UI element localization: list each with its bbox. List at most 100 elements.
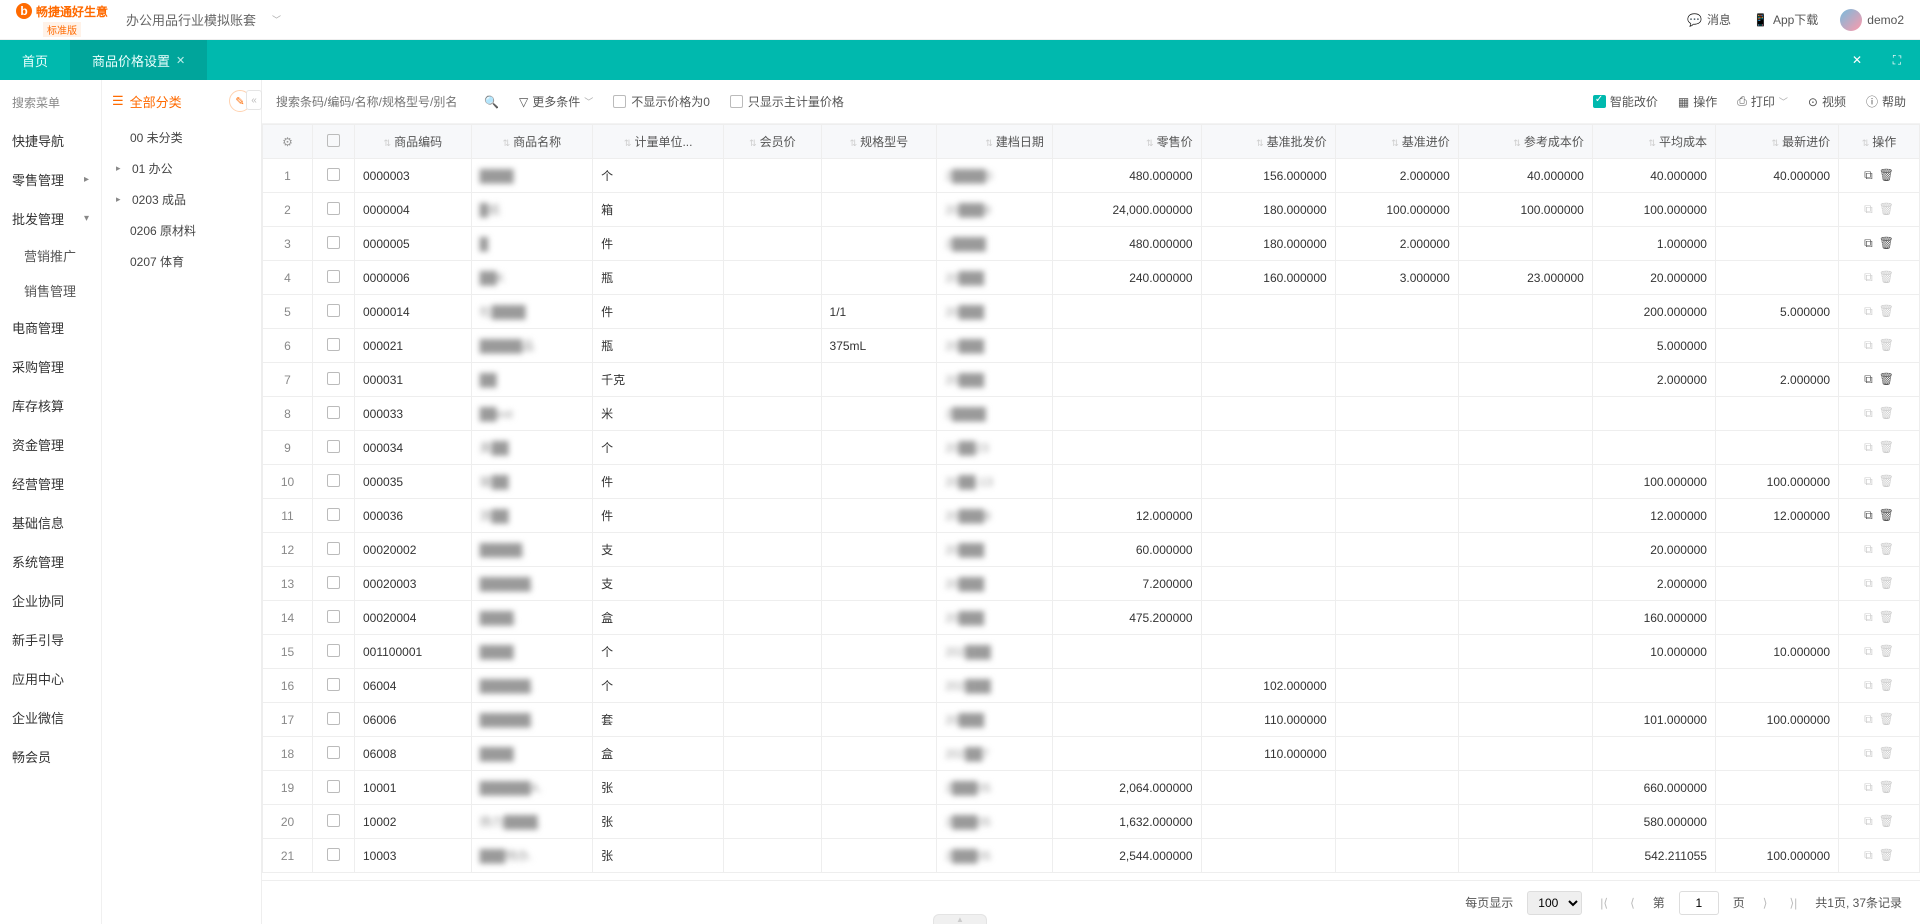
row-copy-icon[interactable]: ⧉ bbox=[1864, 678, 1873, 692]
row-delete-icon[interactable]: 🗑 bbox=[1879, 746, 1894, 760]
column-header[interactable]: ⇅零售价 bbox=[1052, 125, 1201, 159]
user-menu[interactable]: demo2 bbox=[1840, 9, 1904, 31]
nav-collab[interactable]: 企业协同 bbox=[0, 581, 101, 620]
row-copy-icon[interactable]: ⧉ bbox=[1864, 304, 1873, 318]
row-delete-icon[interactable]: 🗑 bbox=[1879, 678, 1894, 692]
tab-home[interactable]: 首页 bbox=[0, 40, 70, 80]
page-size-select[interactable]: 100 bbox=[1527, 891, 1582, 915]
row-copy-icon[interactable]: ⧉ bbox=[1864, 270, 1873, 284]
table-row[interactable]: 1400020004████.盒20███475.200000160.00000… bbox=[263, 601, 1920, 635]
app-download-button[interactable]: 📱App下载 bbox=[1753, 11, 1818, 28]
row-copy-icon[interactable]: ⧉ bbox=[1864, 474, 1873, 488]
row-delete-icon[interactable]: 🗑 bbox=[1879, 270, 1894, 284]
page-input[interactable] bbox=[1679, 891, 1719, 915]
row-checkbox[interactable] bbox=[327, 474, 340, 487]
table-row[interactable]: 1606004██████.个202███102.000000⧉🗑 bbox=[263, 669, 1920, 703]
main-unit-checkbox[interactable]: 只显示主计量价格 bbox=[730, 93, 844, 110]
row-checkbox[interactable] bbox=[327, 678, 340, 691]
search-input[interactable] bbox=[276, 95, 476, 109]
column-header[interactable]: ⇅建档日期 bbox=[937, 125, 1053, 159]
prev-page-button[interactable]: ⟨ bbox=[1626, 896, 1639, 910]
row-copy-icon[interactable]: ⧉ bbox=[1864, 440, 1873, 454]
sort-icon[interactable]: ⇅ bbox=[624, 138, 632, 148]
row-copy-icon[interactable]: ⧉ bbox=[1864, 372, 1873, 386]
row-copy-icon[interactable]: ⧉ bbox=[1864, 814, 1873, 828]
smart-price-button[interactable]: 智能改价 bbox=[1593, 93, 1658, 110]
table-row[interactable]: 10000035玻██件20██-13100.000000100.000000⧉… bbox=[263, 465, 1920, 499]
row-delete-icon[interactable]: 🗑 bbox=[1879, 712, 1894, 726]
table-row[interactable]: 6000021█████品瓶375mL20███5.000000⧉🗑 bbox=[263, 329, 1920, 363]
tree-node[interactable]: 01 办公 bbox=[102, 153, 261, 184]
table-row[interactable]: 1300020003██████.支20███7.2000002.000000⧉… bbox=[263, 567, 1920, 601]
close-tab-icon[interactable]: ✕ bbox=[176, 54, 185, 67]
row-checkbox[interactable] bbox=[327, 848, 340, 861]
row-delete-icon[interactable]: 🗑 bbox=[1879, 236, 1894, 250]
search-icon[interactable]: 🔍 bbox=[484, 95, 499, 109]
nav-quick[interactable]: 快捷导航 bbox=[0, 121, 101, 160]
row-delete-icon[interactable]: 🗑 bbox=[1879, 372, 1894, 386]
row-checkbox[interactable] bbox=[327, 576, 340, 589]
row-checkbox[interactable] bbox=[327, 202, 340, 215]
row-copy-icon[interactable]: ⧉ bbox=[1864, 576, 1873, 590]
column-header[interactable]: ⇅最新进价 bbox=[1715, 125, 1838, 159]
sort-icon[interactable]: ⇅ bbox=[985, 138, 993, 148]
tree-node[interactable]: 0206 原材料 bbox=[102, 215, 261, 246]
collapse-tree-button[interactable]: « bbox=[246, 90, 262, 110]
table-row[interactable]: 20000004█纸箱20███824,000.000000180.000000… bbox=[263, 193, 1920, 227]
sort-icon[interactable]: ⇅ bbox=[1513, 138, 1521, 148]
table-row[interactable]: 15001100001████个202███10.00000010.000000… bbox=[263, 635, 1920, 669]
tree-node[interactable]: 00 未分类 bbox=[102, 122, 261, 153]
row-checkbox[interactable] bbox=[327, 270, 340, 283]
row-copy-icon[interactable]: ⧉ bbox=[1864, 202, 1873, 216]
last-page-button[interactable]: ⟩| bbox=[1785, 896, 1801, 910]
table-row[interactable]: 1200020002█████.支20███60.00000020.000000… bbox=[263, 533, 1920, 567]
sort-icon[interactable]: ⇅ bbox=[503, 138, 511, 148]
sort-icon[interactable]: ⇅ bbox=[850, 138, 858, 148]
fullscreen-button[interactable]: ⛶ bbox=[1884, 47, 1910, 73]
row-copy-icon[interactable]: ⧉ bbox=[1864, 746, 1873, 760]
table-scroll[interactable]: ⚙⇅商品编码⇅商品名称⇅计量单位...⇅会员价⇅规格型号⇅建档日期⇅零售价⇅基准… bbox=[262, 124, 1920, 880]
table-row[interactable]: 9000034奥██个20██23⧉🗑 bbox=[263, 431, 1920, 465]
column-header[interactable]: ⇅参考成本价 bbox=[1458, 125, 1592, 159]
next-page-button[interactable]: ⟩ bbox=[1759, 896, 1772, 910]
row-copy-icon[interactable]: ⧉ bbox=[1864, 780, 1873, 794]
row-checkbox[interactable] bbox=[327, 814, 340, 827]
row-delete-icon[interactable]: 🗑 bbox=[1879, 610, 1894, 624]
first-page-button[interactable]: |⟨ bbox=[1596, 896, 1612, 910]
sort-icon[interactable]: ⇅ bbox=[1391, 138, 1399, 148]
row-copy-icon[interactable]: ⧉ bbox=[1864, 236, 1873, 250]
row-delete-icon[interactable]: 🗑 bbox=[1879, 780, 1894, 794]
hide-zero-checkbox[interactable]: 不显示价格为0 bbox=[613, 93, 710, 110]
sort-icon[interactable]: ⇅ bbox=[749, 138, 757, 148]
table-row[interactable]: 40000006██K瓶20███240.000000160.0000003.0… bbox=[263, 261, 1920, 295]
table-ops-button[interactable]: ▦操作 bbox=[1678, 93, 1717, 110]
row-copy-icon[interactable]: ⧉ bbox=[1864, 644, 1873, 658]
sort-icon[interactable]: ⇅ bbox=[1648, 138, 1656, 148]
row-delete-icon[interactable]: 🗑 bbox=[1879, 338, 1894, 352]
settings-icon[interactable]: ⚙ bbox=[282, 135, 293, 149]
row-delete-icon[interactable]: 🗑 bbox=[1879, 814, 1894, 828]
row-delete-icon[interactable]: 🗑 bbox=[1879, 168, 1894, 182]
sort-icon[interactable]: ⇅ bbox=[1256, 138, 1264, 148]
row-copy-icon[interactable]: ⧉ bbox=[1864, 848, 1873, 862]
more-filters-button[interactable]: ▽更多条件﹀ bbox=[519, 93, 593, 110]
nav-retail[interactable]: 零售管理 bbox=[0, 160, 101, 199]
table-row[interactable]: 10000003████个2████0480.000000156.0000002… bbox=[263, 159, 1920, 193]
column-header[interactable]: ⇅规格型号 bbox=[821, 125, 937, 159]
tree-root-label[interactable]: 全部分类 bbox=[130, 92, 182, 111]
row-delete-icon[interactable]: 🗑 bbox=[1879, 304, 1894, 318]
row-checkbox[interactable] bbox=[327, 440, 340, 453]
bottom-drawer-handle[interactable]: ▲ bbox=[933, 914, 987, 924]
row-checkbox[interactable] bbox=[327, 372, 340, 385]
video-button[interactable]: ⊙视频 bbox=[1808, 93, 1846, 110]
row-delete-icon[interactable]: 🗑 bbox=[1879, 542, 1894, 556]
sort-icon[interactable]: ⇅ bbox=[384, 138, 392, 148]
sort-icon[interactable]: ⇅ bbox=[1772, 138, 1780, 148]
nav-ecommerce[interactable]: 电商管理 bbox=[0, 308, 101, 347]
nav-finance[interactable]: 资金管理 bbox=[0, 425, 101, 464]
row-delete-icon[interactable]: 🗑 bbox=[1879, 644, 1894, 658]
table-row[interactable]: 1706006██████.套20███110.000000101.000000… bbox=[263, 703, 1920, 737]
tab-product-price[interactable]: 商品价格设置✕ bbox=[70, 40, 207, 80]
row-delete-icon[interactable]: 🗑 bbox=[1879, 508, 1894, 522]
sort-icon[interactable]: ⇅ bbox=[1862, 138, 1870, 148]
